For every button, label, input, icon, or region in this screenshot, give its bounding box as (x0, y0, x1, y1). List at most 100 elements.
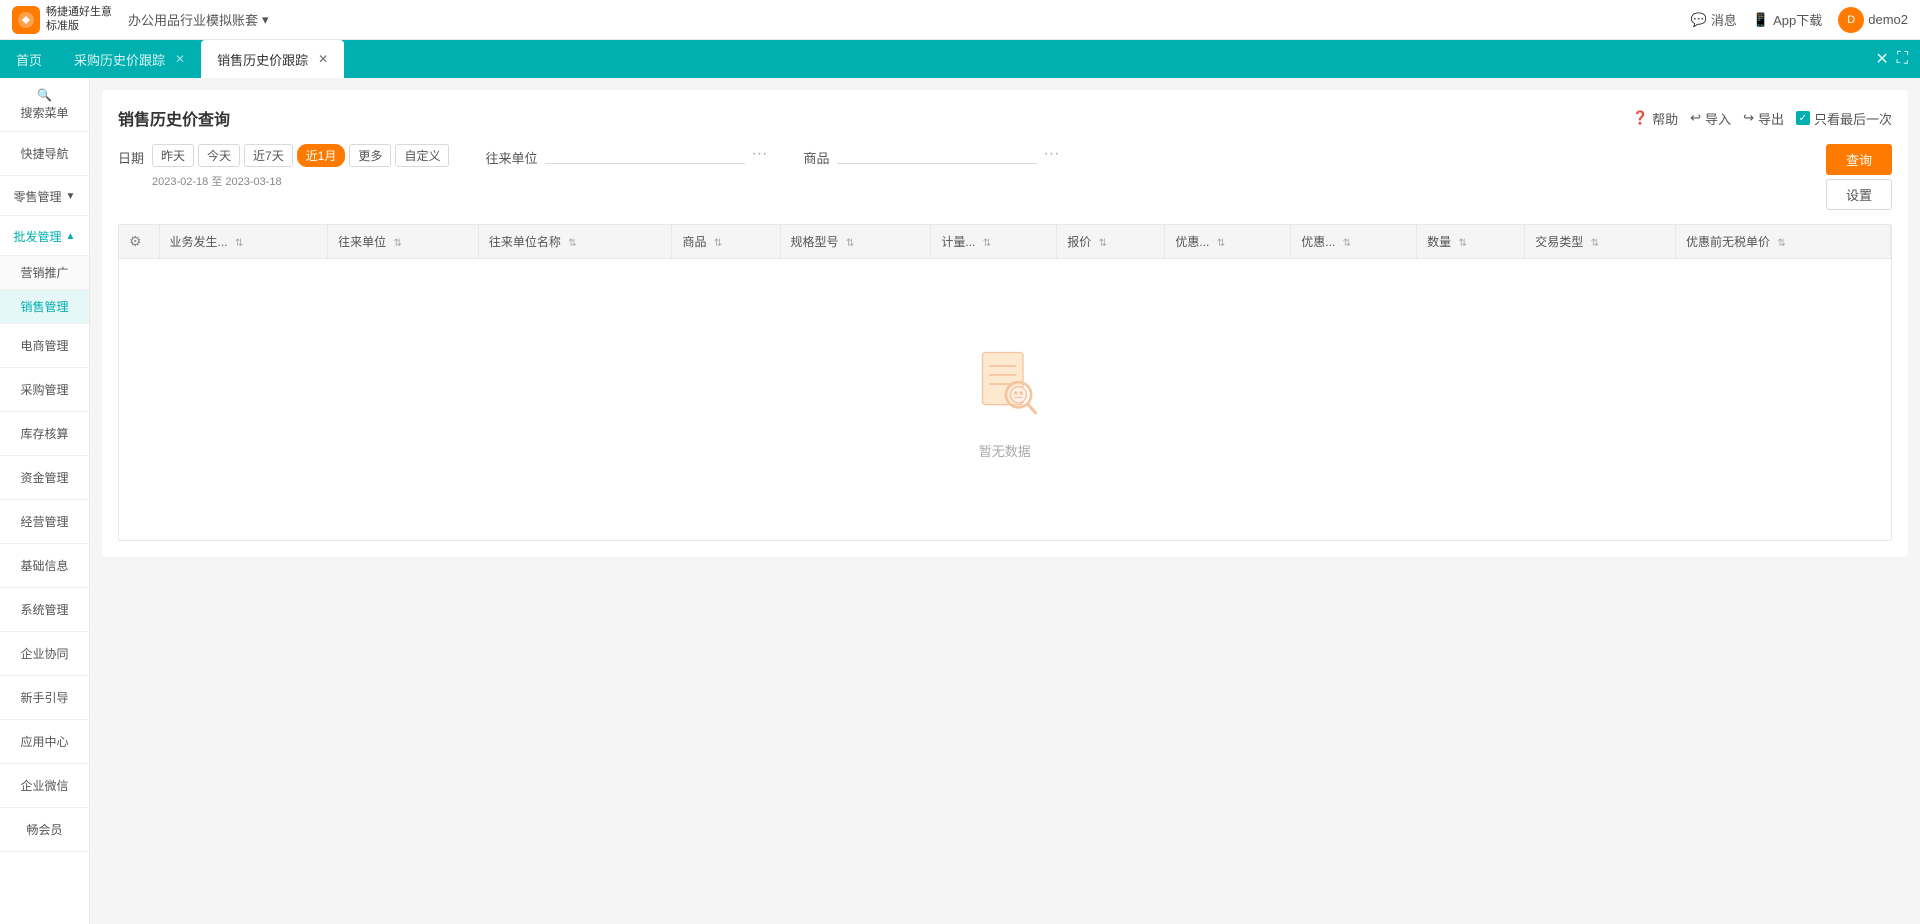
sidebar-item-operation[interactable]: 经营管理 (0, 500, 89, 544)
message-action[interactable]: 💬 消息 (1691, 10, 1737, 29)
sidebar-item-marketing[interactable]: 营销推广 (0, 256, 89, 290)
partner-dots[interactable]: ··· (751, 145, 767, 163)
sidebar-item-wechat[interactable]: 企业微信 (0, 764, 89, 808)
product-label: 商品 (803, 144, 829, 167)
sort-icon: ⇅ (1591, 238, 1599, 249)
page-title: 销售历史价查询 (118, 106, 230, 130)
sort-icon: ⇅ (568, 238, 576, 249)
empty-text: 暂无数据 (979, 441, 1031, 460)
sidebar-item-quick-nav[interactable]: 快捷导航 (0, 132, 89, 176)
only-last-checkbox-label[interactable]: ✓ 只看最后一次 (1796, 109, 1892, 128)
date-buttons: 昨天 今天 近7天 近1月 更多 自定义 (152, 144, 449, 167)
date-btn-7days[interactable]: 近7天 (244, 144, 293, 167)
import-action[interactable]: ↩ 导入 (1690, 109, 1731, 128)
col-quote[interactable]: 报价 ⇅ (1057, 225, 1165, 259)
col-product[interactable]: 商品 ⇅ (672, 225, 780, 259)
main-layout: 🔍 搜索菜单 快捷导航 零售管理 ▼ 批发管理 ▲ 营销推广 销售管理 电商管理… (0, 78, 1920, 924)
product-dots[interactable]: ··· (1043, 145, 1059, 163)
sidebar-item-basic-info[interactable]: 基础信息 (0, 544, 89, 588)
date-btn-today[interactable]: 今天 (198, 144, 240, 167)
sidebar-item-member[interactable]: 畅会员 (0, 808, 89, 852)
help-icon: ❓ (1632, 110, 1648, 126)
help-action[interactable]: ❓ 帮助 (1632, 109, 1678, 128)
query-button[interactable]: 查询 (1826, 144, 1892, 175)
app-action[interactable]: 📱 App下载 (1753, 10, 1822, 29)
product-input[interactable] (837, 144, 1037, 164)
sidebar-item-guide[interactable]: 新手引导 (0, 676, 89, 720)
empty-row: 暂无数据 (119, 259, 1891, 541)
page-title-bar: 销售历史价查询 ❓ 帮助 ↩ 导入 ↪ 导出 (118, 106, 1892, 130)
export-action[interactable]: ↪ 导出 (1743, 109, 1784, 128)
tab-close-btn[interactable]: ✕ (1875, 49, 1888, 69)
table-body: 暂无数据 (119, 259, 1891, 541)
only-last-checkbox[interactable]: ✓ (1796, 111, 1810, 125)
content-area: 销售历史价查询 ❓ 帮助 ↩ 导入 ↪ 导出 (90, 78, 1920, 924)
settings-button[interactable]: 设置 (1826, 179, 1892, 210)
logo-text: 畅捷通好生意 标准版 (46, 6, 112, 32)
sidebar-item-ecommerce[interactable]: 电商管理 (0, 324, 89, 368)
product-input-group: ··· (837, 144, 1059, 164)
tab-purchase-close[interactable]: ✕ (175, 52, 185, 66)
sort-icon: ⇅ (393, 238, 401, 249)
sidebar-item-inventory[interactable]: 库存核算 (0, 412, 89, 456)
import-icon: ↩ (1690, 110, 1701, 126)
user-action[interactable]: D demo2 (1838, 7, 1908, 33)
col-unit[interactable]: 计量... ⇅ (931, 225, 1057, 259)
date-btn-yesterday[interactable]: 昨天 (152, 144, 194, 167)
tab-home[interactable]: 首页 (0, 40, 58, 78)
tab-purchase-history[interactable]: 采购历史价跟踪 ✕ (58, 40, 201, 78)
data-table-container: ⚙ 业务发生... ⇅ 往来单位 ⇅ 往来单位名称 ⇅ (118, 224, 1892, 541)
col-biz-date[interactable]: 业务发生... ⇅ (159, 225, 328, 259)
chevron-down-icon: ▼ (66, 191, 76, 202)
col-discount2[interactable]: 优惠... ⇅ (1291, 225, 1417, 259)
col-qty[interactable]: 数量 ⇅ (1417, 225, 1525, 259)
top-bar: 畅捷通好生意 标准版 办公用品行业模拟账套 ▾ 💬 消息 📱 App下载 D d… (0, 0, 1920, 40)
date-options: 昨天 今天 近7天 近1月 更多 自定义 2023-02-18 至 2023-0… (152, 144, 449, 189)
tab-purchase-label: 采购历史价跟踪 (74, 50, 165, 69)
page-title-actions: ❓ 帮助 ↩ 导入 ↪ 导出 ✓ 只看最后一次 (1632, 109, 1892, 128)
sort-icon: ⇅ (1458, 238, 1466, 249)
date-btn-custom[interactable]: 自定义 (395, 144, 449, 167)
tab-sales-close[interactable]: ✕ (318, 52, 328, 66)
company-selector[interactable]: 办公用品行业模拟账套 ▾ (120, 6, 277, 33)
col-partner-name[interactable]: 往来单位名称 ⇅ (478, 225, 672, 259)
sidebar-item-wholesale-mgmt[interactable]: 批发管理 ▲ (0, 216, 89, 256)
partner-input-group: ··· (545, 144, 767, 164)
sidebar-item-sales-mgmt[interactable]: 销售管理 (0, 290, 89, 324)
filter-row: 日期 昨天 今天 近7天 近1月 更多 自定义 2023-02-18 至 202… (118, 144, 1892, 210)
sort-icon: ⇅ (235, 238, 243, 249)
date-filter-group: 日期 昨天 今天 近7天 近1月 更多 自定义 2023-02-18 至 202… (118, 144, 449, 189)
date-btn-more[interactable]: 更多 (349, 144, 391, 167)
tab-sales-history[interactable]: 销售历史价跟踪 ✕ (201, 40, 344, 78)
tab-home-label: 首页 (16, 50, 42, 69)
logo-icon (12, 6, 40, 34)
sidebar-item-enterprise[interactable]: 企业协同 (0, 632, 89, 676)
empty-state: 暂无数据 (119, 259, 1891, 540)
search-icon: 🔍 (37, 88, 52, 102)
sidebar-item-app-center[interactable]: 应用中心 (0, 720, 89, 764)
col-partner-code[interactable]: 往来单位 ⇅ (328, 225, 479, 259)
top-bar-right: 💬 消息 📱 App下载 D demo2 (1691, 7, 1908, 33)
tab-bar-right: ✕ ⛶ (1875, 49, 1920, 69)
sort-icon: ⇅ (846, 238, 854, 249)
action-buttons: 查询 设置 (1826, 144, 1892, 210)
col-discount1[interactable]: 优惠... ⇅ (1165, 225, 1291, 259)
date-btn-1month[interactable]: 近1月 (297, 144, 346, 167)
tab-expand-btn[interactable]: ⛶ (1897, 50, 1908, 68)
sidebar-item-finance[interactable]: 资金管理 (0, 456, 89, 500)
gear-icon[interactable]: ⚙ (129, 233, 142, 249)
partner-input[interactable] (545, 144, 745, 164)
export-icon: ↪ (1743, 110, 1754, 126)
tab-sales-label: 销售历史价跟踪 (217, 50, 308, 69)
sidebar-item-search-menu[interactable]: 🔍 搜索菜单 (0, 78, 89, 132)
partner-filter-group: 往来单位 ··· (485, 144, 767, 167)
date-range: 2023-02-18 至 2023-03-18 (152, 173, 449, 189)
sidebar-item-purchase[interactable]: 采购管理 (0, 368, 89, 412)
sidebar: 🔍 搜索菜单 快捷导航 零售管理 ▼ 批发管理 ▲ 营销推广 销售管理 电商管理… (0, 78, 90, 924)
col-pre-tax[interactable]: 优惠前无税单价 ⇅ (1676, 225, 1891, 259)
sidebar-item-retail-mgmt[interactable]: 零售管理 ▼ (0, 176, 89, 216)
col-settings[interactable]: ⚙ (119, 225, 159, 259)
col-spec[interactable]: 规格型号 ⇅ (780, 225, 931, 259)
sidebar-item-system[interactable]: 系统管理 (0, 588, 89, 632)
col-trade-type[interactable]: 交易类型 ⇅ (1525, 225, 1676, 259)
